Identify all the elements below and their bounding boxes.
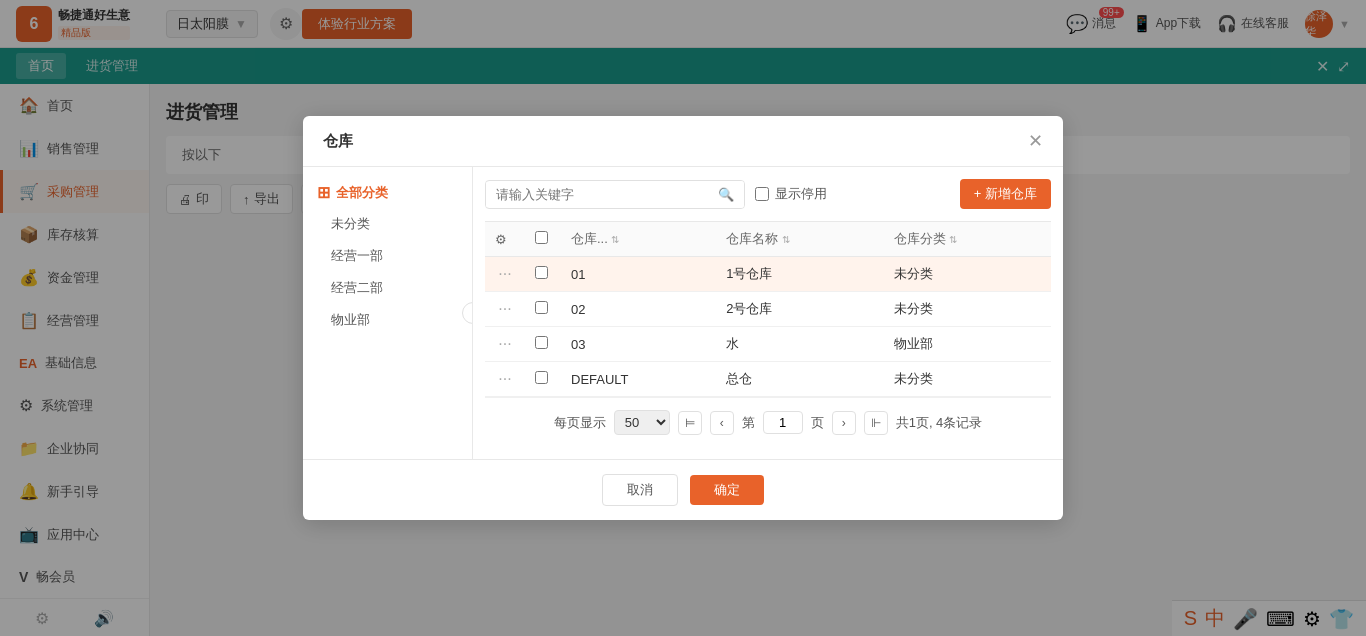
row-actions-button[interactable]: ··· (498, 265, 511, 282)
col-category: 仓库分类 ⇅ (884, 222, 1051, 257)
col-checkbox (525, 222, 561, 257)
modal-body: ⊞ 全部分类 未分类 经营一部 经营二部 物业部 《 🔍 (303, 167, 1063, 459)
first-page-button[interactable]: ⊨ (678, 411, 702, 435)
cell-category: 未分类 (884, 292, 1051, 327)
sort-code-icon[interactable]: ⇅ (611, 234, 619, 245)
sort-name-icon[interactable]: ⇅ (782, 234, 790, 245)
col-code: 仓库... ⇅ (561, 222, 716, 257)
search-icon[interactable]: 🔍 (708, 181, 744, 208)
table-row[interactable]: ··· DEFAULT 总仓 未分类 (485, 362, 1051, 397)
col-gear: ⚙ (485, 222, 525, 257)
show-disabled-checkbox[interactable] (755, 187, 769, 201)
pagination: 每页显示 50 100 ⊨ ‹ 第 页 › ⊩ 共1页, 4条记录 (485, 397, 1051, 447)
next-page-button[interactable]: › (832, 411, 856, 435)
row-checkbox[interactable] (535, 371, 548, 384)
category-item-ops2[interactable]: 经营二部 (303, 272, 472, 304)
category-item-unclassified[interactable]: 未分类 (303, 208, 472, 240)
row-checkbox[interactable] (535, 266, 548, 279)
prev-page-button[interactable]: ‹ (710, 411, 734, 435)
row-actions-button[interactable]: ··· (498, 370, 511, 387)
cell-code: DEFAULT (561, 362, 716, 397)
modal-footer: 取消 确定 (303, 459, 1063, 520)
search-input-wrap: 🔍 (485, 180, 745, 209)
modal-title: 仓库 (323, 132, 353, 151)
page-info: 共1页, 4条记录 (896, 414, 983, 432)
row-checkbox[interactable] (535, 336, 548, 349)
search-input[interactable] (486, 182, 708, 207)
select-all-checkbox[interactable] (535, 231, 548, 244)
cell-name: 2号仓库 (716, 292, 883, 327)
warehouse-modal: 仓库 ✕ ⊞ 全部分类 未分类 经营一部 经营二部 物业部 《 (303, 116, 1063, 520)
cell-category: 物业部 (884, 327, 1051, 362)
warehouse-table-container: ⚙ 仓库... ⇅ 仓库名称 ⇅ (485, 221, 1051, 397)
category-item-ops1[interactable]: 经营一部 (303, 240, 472, 272)
sort-category-icon[interactable]: ⇅ (949, 234, 957, 245)
cell-code: 02 (561, 292, 716, 327)
add-warehouse-button[interactable]: + 新增仓库 (960, 179, 1051, 209)
confirm-button[interactable]: 确定 (690, 475, 764, 505)
cancel-button[interactable]: 取消 (602, 474, 678, 506)
cell-category: 未分类 (884, 362, 1051, 397)
table-toolbar: 🔍 显示停用 + 新增仓库 (485, 179, 1051, 209)
cell-code: 01 (561, 257, 716, 292)
modal-overlay: 仓库 ✕ ⊞ 全部分类 未分类 经营一部 经营二部 物业部 《 (0, 0, 1366, 636)
cell-name: 1号仓库 (716, 257, 883, 292)
table-row[interactable]: ··· 02 2号仓库 未分类 (485, 292, 1051, 327)
modal-close-button[interactable]: ✕ (1028, 130, 1043, 152)
show-disabled-toggle[interactable]: 显示停用 (755, 185, 827, 203)
cell-category: 未分类 (884, 257, 1051, 292)
row-checkbox[interactable] (535, 301, 548, 314)
table-row[interactable]: ··· 01 1号仓库 未分类 (485, 257, 1051, 292)
per-page-select[interactable]: 50 100 (614, 410, 670, 435)
table-row[interactable]: ··· 03 水 物业部 (485, 327, 1051, 362)
category-panel: ⊞ 全部分类 未分类 经营一部 经营二部 物业部 《 (303, 167, 473, 459)
modal-header: 仓库 ✕ (303, 116, 1063, 167)
row-actions-button[interactable]: ··· (498, 335, 511, 352)
table-panel: 🔍 显示停用 + 新增仓库 ⚙ (473, 167, 1063, 459)
grid-icon: ⊞ (317, 183, 330, 202)
row-actions-button[interactable]: ··· (498, 300, 511, 317)
cell-code: 03 (561, 327, 716, 362)
category-all[interactable]: ⊞ 全部分类 (303, 177, 472, 208)
page-number-input[interactable] (763, 411, 803, 434)
last-page-button[interactable]: ⊩ (864, 411, 888, 435)
category-item-property[interactable]: 物业部 (303, 304, 472, 336)
cell-name: 总仓 (716, 362, 883, 397)
col-name: 仓库名称 ⇅ (716, 222, 883, 257)
cell-name: 水 (716, 327, 883, 362)
warehouse-table: ⚙ 仓库... ⇅ 仓库名称 ⇅ (485, 221, 1051, 397)
